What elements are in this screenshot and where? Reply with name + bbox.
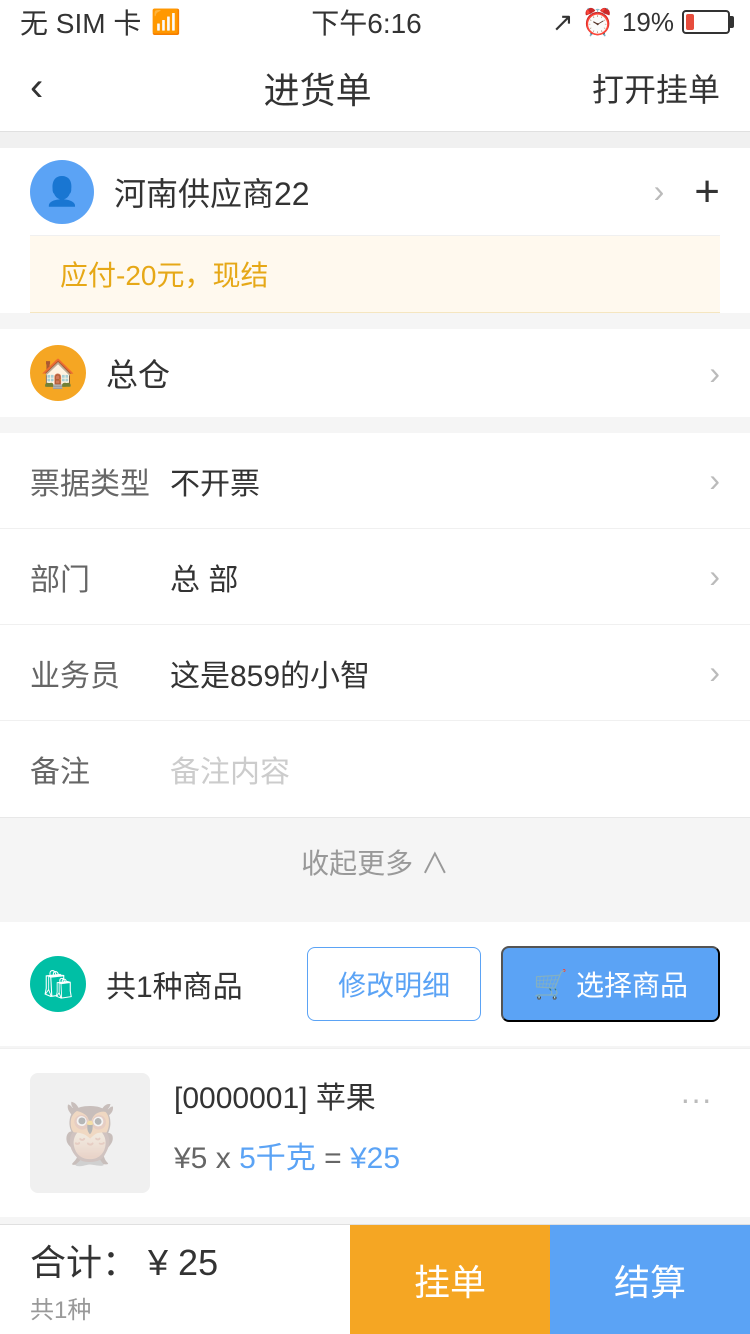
time-label: 下午6:16 bbox=[311, 2, 422, 42]
add-button[interactable]: + bbox=[694, 167, 720, 217]
total-count: 共1种 bbox=[30, 1290, 320, 1325]
page-title: 进货单 bbox=[264, 62, 372, 114]
products-header: 🛍 共1种商品 修改明细 🛒 选择商品 bbox=[0, 922, 750, 1046]
avatar-icon: 👤 bbox=[45, 175, 80, 208]
collapse-button[interactable]: 收起更多 ∧ bbox=[0, 817, 750, 906]
product-info: [0000001] 苹果 ¥5 x 5千克 = ¥25 bbox=[174, 1073, 672, 1177]
warehouse-row[interactable]: 🏠 总仓 › bbox=[30, 329, 720, 417]
battery-fill bbox=[686, 14, 694, 30]
warehouse-icon: 🏠 bbox=[30, 345, 86, 401]
line-total: ¥25 bbox=[350, 1142, 400, 1175]
chevron-icon-dept: › bbox=[709, 558, 720, 595]
unit-price: ¥5 bbox=[174, 1142, 207, 1175]
battery-icon bbox=[682, 10, 730, 34]
remark-label: 备注 bbox=[30, 747, 170, 791]
select-label: 选择商品 bbox=[576, 964, 688, 1004]
product-item: 🦉 [0000001] 苹果 ¥5 x 5千克 = ¥25 ··· bbox=[0, 1048, 750, 1217]
chevron-right-icon: › bbox=[654, 173, 665, 210]
owl-icon: 🦉 bbox=[53, 1098, 128, 1169]
carrier-label: 无 SIM 卡 bbox=[20, 2, 141, 42]
department-value: 总 部 bbox=[170, 555, 709, 599]
supplier-name: 河南供应商22 bbox=[114, 169, 654, 215]
invoice-type-label: 票据类型 bbox=[30, 459, 170, 503]
remark-row[interactable]: 备注 备注内容 bbox=[0, 721, 750, 817]
status-left: 无 SIM 卡 📶 bbox=[20, 2, 181, 42]
total-label: 合计： bbox=[30, 1242, 138, 1283]
invoice-type-value: 不开票 bbox=[170, 459, 709, 503]
open-hang-button[interactable]: 打开挂单 bbox=[592, 65, 720, 111]
supplier-section: 👤 河南供应商22 › + 应付-20元，现结 bbox=[0, 148, 750, 313]
product-name: [0000001] 苹果 bbox=[174, 1073, 672, 1117]
avatar: 👤 bbox=[30, 160, 94, 224]
quantity: 5千克 bbox=[239, 1142, 316, 1175]
form-section: 票据类型 不开票 › 部门 总 部 › 业务员 这是859的小智 › 备注 备注… bbox=[0, 433, 750, 817]
remark-input[interactable]: 备注内容 bbox=[170, 747, 720, 791]
status-right: ↗ ⏰ 19% bbox=[552, 7, 730, 38]
invoice-type-row[interactable]: 票据类型 不开票 › bbox=[0, 433, 750, 529]
product-code: [0000001] bbox=[174, 1082, 307, 1115]
cart-icon: 🛍 bbox=[40, 968, 76, 1001]
department-row[interactable]: 部门 总 部 › bbox=[0, 529, 750, 625]
warehouse-section[interactable]: 🏠 总仓 › bbox=[0, 329, 750, 417]
battery-percent: 19% bbox=[622, 7, 674, 38]
salesperson-value: 这是859的小智 bbox=[170, 651, 709, 695]
edit-detail-button[interactable]: 修改明细 bbox=[307, 947, 481, 1021]
alarm-icon: ⏰ bbox=[582, 7, 614, 38]
chevron-icon-sales: › bbox=[709, 654, 720, 691]
checkout-button[interactable]: 结算 bbox=[550, 1225, 750, 1334]
wifi-icon: 📶 bbox=[151, 8, 181, 37]
equals-sign: = bbox=[324, 1142, 350, 1175]
salesperson-row[interactable]: 业务员 这是859的小智 › bbox=[0, 625, 750, 721]
location-icon: ↗ bbox=[552, 7, 574, 38]
warehouse-label: 总仓 bbox=[106, 350, 709, 396]
select-product-button[interactable]: 🛒 选择商品 bbox=[501, 946, 720, 1022]
product-thumbnail: 🦉 bbox=[30, 1073, 150, 1193]
warehouse-symbol: 🏠 bbox=[41, 357, 76, 390]
total-value: ¥ 25 bbox=[148, 1242, 218, 1283]
total-amount: 合计： ¥ 25 bbox=[30, 1234, 320, 1286]
product-count-text: 共1种商品 bbox=[106, 962, 287, 1006]
nav-bar: ‹ 进货单 打开挂单 bbox=[0, 44, 750, 132]
payment-notice: 应付-20元，现结 bbox=[30, 236, 720, 313]
product-count-icon: 🛍 bbox=[30, 956, 86, 1012]
select-icon: 🛒 bbox=[533, 968, 568, 1001]
bottom-bar: 合计： ¥ 25 共1种 挂单 结算 bbox=[0, 1224, 750, 1334]
supplier-row[interactable]: 👤 河南供应商22 › + bbox=[30, 148, 720, 236]
section-gap-1 bbox=[0, 132, 750, 148]
hang-button[interactable]: 挂单 bbox=[350, 1225, 550, 1334]
product-price: ¥5 x 5千克 = ¥25 bbox=[174, 1133, 672, 1177]
more-options-button[interactable]: ··· bbox=[672, 1073, 720, 1126]
chevron-icon-invoice: › bbox=[709, 462, 720, 499]
product-title: 苹果 bbox=[316, 1082, 376, 1115]
department-label: 部门 bbox=[30, 555, 170, 599]
chevron-icon: › bbox=[709, 355, 720, 392]
total-section: 合计： ¥ 25 共1种 bbox=[0, 1234, 350, 1325]
multiply-sign: x bbox=[216, 1142, 239, 1175]
status-bar: 无 SIM 卡 📶 下午6:16 ↗ ⏰ 19% bbox=[0, 0, 750, 44]
salesperson-label: 业务员 bbox=[30, 651, 170, 695]
back-button[interactable]: ‹ bbox=[30, 65, 43, 110]
